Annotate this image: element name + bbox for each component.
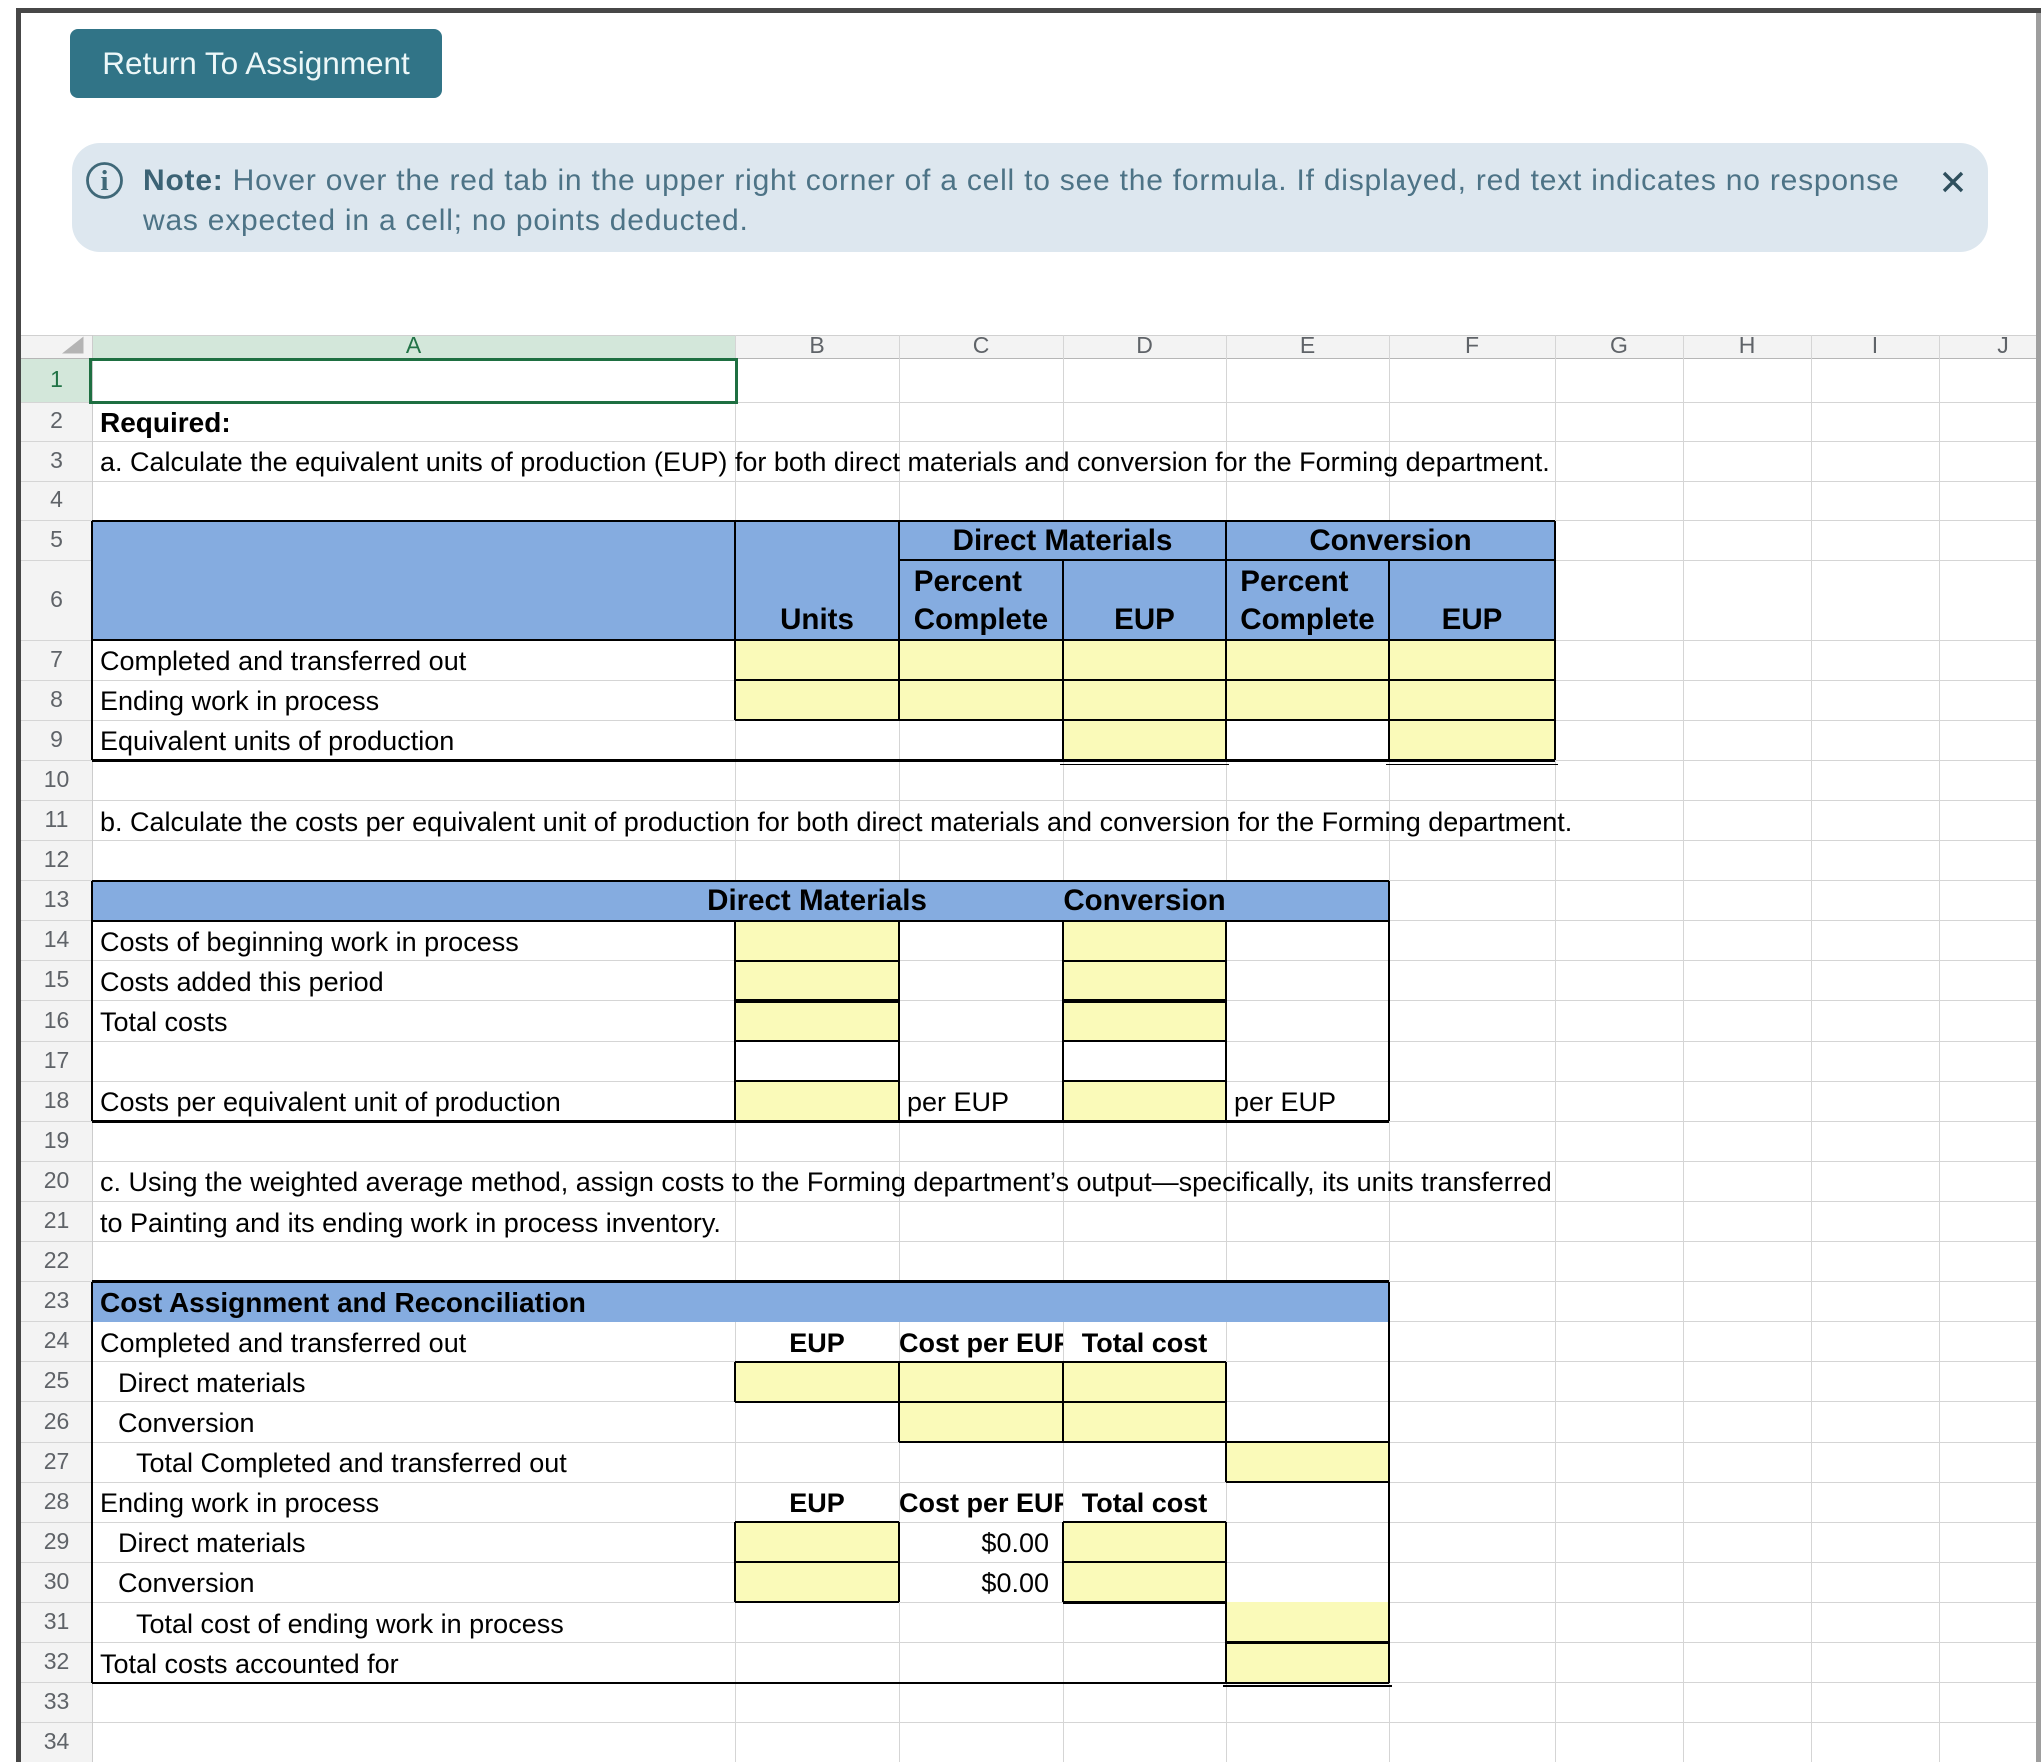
svg-text:i: i — [100, 165, 108, 197]
